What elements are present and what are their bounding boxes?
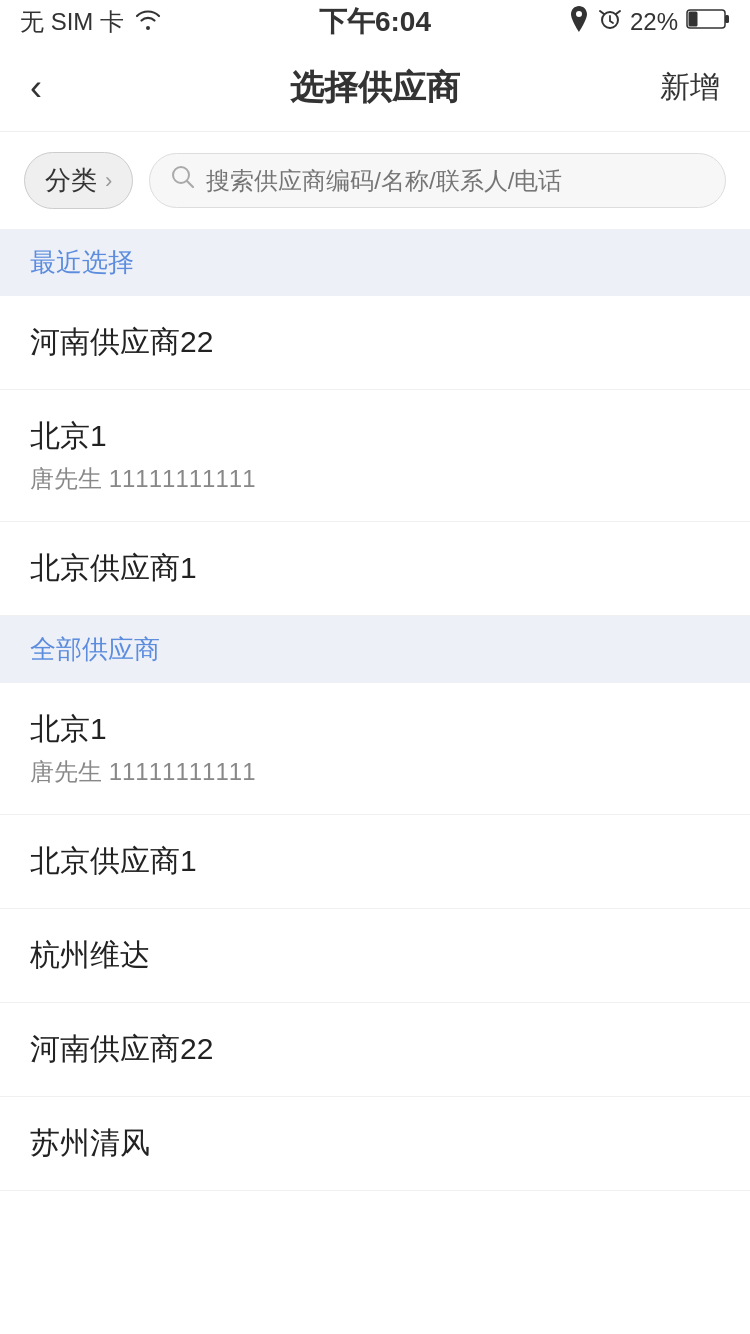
recent-item-sub: 唐先生 11111111111 xyxy=(30,463,720,495)
all-list: 北京1 唐先生 11111111111 北京供应商1 杭州维达河南供应商22 苏州清风 xyxy=(0,683,750,1191)
all-list-item[interactable]: 杭州维达 xyxy=(0,909,750,1003)
all-section-header: 全部供应商 xyxy=(0,616,750,683)
page-title: 选择供应商 xyxy=(290,65,460,111)
battery-label: 22% xyxy=(630,8,678,36)
category-button[interactable]: 分类 › xyxy=(24,152,133,209)
nav-bar: ‹ 选择供应商 新增 xyxy=(0,44,750,132)
recent-list-item[interactable]: 河南供应商22 xyxy=(0,296,750,390)
all-list-item[interactable]: 北京供应商1 xyxy=(0,815,750,909)
all-list-item[interactable]: 河南供应商22 xyxy=(0,1003,750,1097)
all-item-name: 北京供应商1 xyxy=(30,841,720,882)
recent-list-item[interactable]: 北京供应商1 xyxy=(0,522,750,616)
alarm-icon xyxy=(598,6,622,38)
search-icon xyxy=(170,164,196,197)
wifi-icon xyxy=(134,8,162,36)
status-right: 22% xyxy=(568,6,730,38)
all-item-name: 北京1 xyxy=(30,709,720,750)
all-item-name: 杭州维达 xyxy=(30,935,720,976)
recent-list: 河南供应商22 北京1 唐先生 11111111111 北京供应商1 xyxy=(0,296,750,616)
chevron-right-icon: › xyxy=(105,168,112,194)
location-icon xyxy=(568,6,590,38)
recent-item-name: 北京1 xyxy=(30,416,720,457)
all-item-sub: 唐先生 11111111111 xyxy=(30,756,720,788)
status-left: 无 SIM 卡 xyxy=(20,6,162,38)
all-item-name: 河南供应商22 xyxy=(30,1029,720,1070)
recent-item-name: 北京供应商1 xyxy=(30,548,720,589)
status-bar: 无 SIM 卡 下午6:04 22% xyxy=(0,0,750,44)
all-list-item[interactable]: 苏州清风 xyxy=(0,1097,750,1191)
all-item-name: 苏州清风 xyxy=(30,1123,720,1164)
back-button[interactable]: ‹ xyxy=(30,67,90,109)
recent-item-name: 河南供应商22 xyxy=(30,322,720,363)
battery-icon xyxy=(686,8,730,36)
svg-rect-3 xyxy=(689,12,698,27)
search-input[interactable] xyxy=(206,167,705,195)
new-action-button[interactable]: 新增 xyxy=(660,67,720,108)
category-label: 分类 xyxy=(45,163,97,198)
svg-rect-2 xyxy=(725,15,729,23)
search-box[interactable] xyxy=(149,153,726,208)
recent-section-header: 最近选择 xyxy=(0,229,750,296)
recent-list-item[interactable]: 北京1 唐先生 11111111111 xyxy=(0,390,750,522)
all-list-item[interactable]: 北京1 唐先生 11111111111 xyxy=(0,683,750,815)
status-time: 下午6:04 xyxy=(319,3,431,41)
carrier-label: 无 SIM 卡 xyxy=(20,6,124,38)
filter-bar: 分类 › xyxy=(0,132,750,229)
